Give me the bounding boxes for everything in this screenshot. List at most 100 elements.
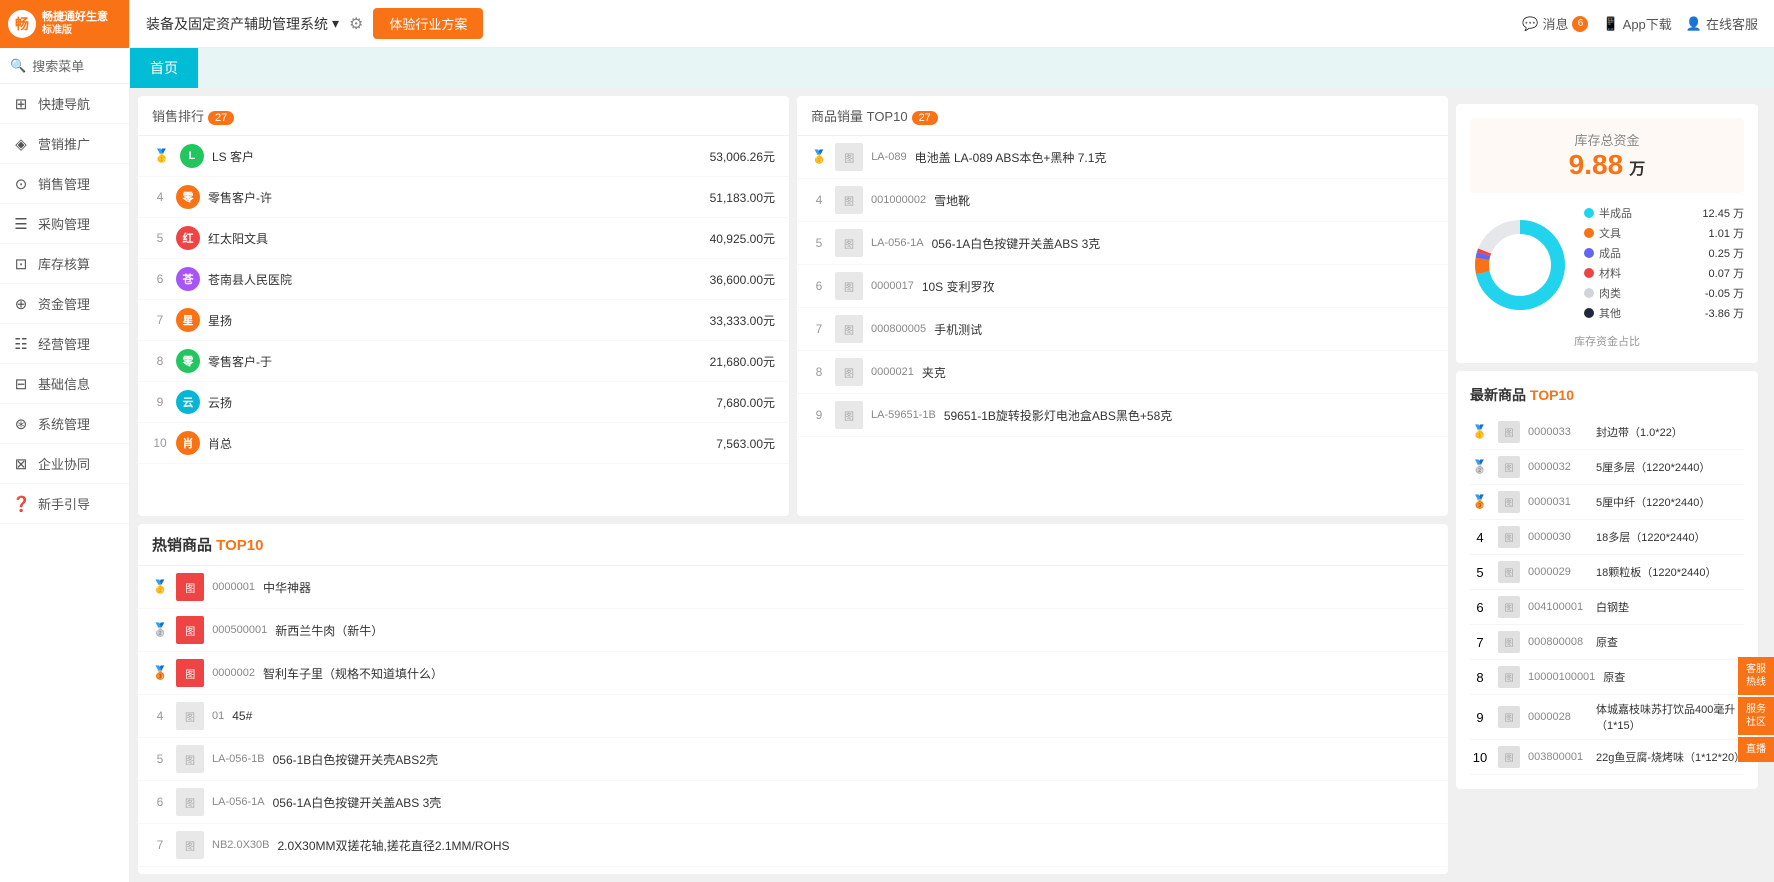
customer-item[interactable]: 6 苍 苍南县人民医院 36,600.00元 <box>138 259 789 300</box>
product-item[interactable]: 7 图 000800005 手机测试 <box>797 308 1448 351</box>
product-item[interactable]: 8 图 0000011 12070519-xs <box>138 867 1448 874</box>
new-product-name: 18多层（1220*2440） <box>1596 529 1744 545</box>
product-code: 01 <box>212 710 224 722</box>
hot-products-header: 热销商品 TOP10 <box>138 524 1448 566</box>
direct-btn[interactable]: 直播 <box>1738 737 1774 762</box>
new-product-item[interactable]: 8 图 10000100001 原查 <box>1470 660 1744 695</box>
new-product-code: 003800001 <box>1528 751 1588 763</box>
online-service-btn[interactable]: 👤 在线客服 <box>1686 14 1758 33</box>
new-product-item[interactable]: 5 图 0000029 18颗粒板（1220*2440） <box>1470 555 1744 590</box>
sidebar-item-guide[interactable]: ❓ 新手引导 <box>0 484 129 524</box>
customer-item[interactable]: 4 零 零售客户-许 51,183.00元 <box>138 177 789 218</box>
customer-item[interactable]: 7 星 星扬 33,333.00元 <box>138 300 789 341</box>
app-download-btn[interactable]: 📱 App下载 <box>1602 14 1671 33</box>
brand-icon: 畅 <box>8 10 36 38</box>
new-product-code: 0000033 <box>1528 426 1588 438</box>
customer-panel-header: 销售排行27 <box>138 96 789 136</box>
product-name: 056-1B白色按键开关壳ABS2壳 <box>273 751 1434 768</box>
system-name: 装备及固定资产辅助管理系统 <box>146 14 328 34</box>
brand-name: 畅捷通好生意 <box>42 11 108 24</box>
product-item[interactable]: 🥇 图 0000001 中华神器 <box>138 566 1448 609</box>
sidebar-item-inventory[interactable]: ⊡ 库存核算 <box>0 244 129 284</box>
new-product-name: 原查 <box>1603 669 1744 685</box>
product-img: 图 <box>835 272 863 300</box>
rank-num: 9 <box>1470 710 1490 725</box>
tab-home[interactable]: 首页 <box>130 48 198 88</box>
product-item[interactable]: 4 图 001000002 雪地靴 <box>797 179 1448 222</box>
rank-num: 8 <box>811 365 827 379</box>
rank-num: 7 <box>811 322 827 336</box>
avatar: 肖 <box>176 431 200 455</box>
product-item[interactable]: 🥈 图 000500001 新西兰牛肉（新牛） <box>138 609 1448 652</box>
product-name: 59651-1B旋转投影灯电池盒ABS黑色+58克 <box>944 407 1434 424</box>
product-sales-top10-panel: 商品销量 TOP1027 🥇 图 LA-089 电池盖 LA-089 ABS本色… <box>797 96 1448 516</box>
product-item[interactable]: 🥇 图 LA-089 电池盖 LA-089 ABS本色+黑种 7.1克 <box>797 136 1448 179</box>
new-product-item[interactable]: 7 图 000800008 原查 <box>1470 625 1744 660</box>
marketing-icon: ◈ <box>12 135 30 153</box>
avatar: 红 <box>176 226 200 250</box>
sidebar-item-quick-nav[interactable]: ⊞ 快捷导航 <box>0 84 129 124</box>
new-product-item[interactable]: 🥈 图 0000032 5厘多层（1220*2440） <box>1470 450 1744 485</box>
customer-amount: 51,183.00元 <box>710 189 775 206</box>
sidebar-item-basic[interactable]: ⊟ 基础信息 <box>0 364 129 404</box>
inventory-legend: 半成品 12.45 万 文具 1.01 万 成品 0.25 万 <box>1584 205 1744 325</box>
sidebar-item-label: 库存核算 <box>38 254 90 273</box>
product-sales-title: 商品销量 TOP1027 <box>811 106 938 125</box>
product-item[interactable]: 6 图 0000017 10S 变利罗孜 <box>797 265 1448 308</box>
product-code: 0000002 <box>212 667 255 679</box>
product-name: 45# <box>232 709 1434 723</box>
customer-service-btn[interactable]: 客服热线 <box>1738 657 1774 695</box>
system-name-dropdown[interactable]: 装备及固定资产辅助管理系统 ▾ <box>146 14 339 34</box>
new-product-item[interactable]: 9 图 0000028 体城嘉枝味苏打饮品400毫升（1*15） <box>1470 695 1744 740</box>
new-product-item[interactable]: 🥉 图 0000031 5厘中纤（1220*2440） <box>1470 485 1744 520</box>
new-product-item[interactable]: 4 图 0000030 18多层（1220*2440） <box>1470 520 1744 555</box>
customer-amount: 40,925.00元 <box>710 230 775 247</box>
product-item[interactable]: 7 图 NB2.0X30B 2.0X30MM双搓花轴,搓花直径2.1MM/ROH… <box>138 824 1448 867</box>
new-product-name: 22g鱼豆腐-烧烤味（1*12*20） <box>1596 749 1744 765</box>
product-img: 图 <box>835 186 863 214</box>
customer-panel-title: 销售排行27 <box>152 106 234 125</box>
product-item[interactable]: 4 图 01 45# <box>138 695 1448 738</box>
messages-btn[interactable]: 💬 消息 6 <box>1522 14 1588 33</box>
new-product-item[interactable]: 🥇 图 0000033 封边带（1.0*22） <box>1470 415 1744 450</box>
product-item[interactable]: 5 图 LA-056-1A 056-1A白色按键开关盖ABS 3克 <box>797 222 1448 265</box>
rank-num: 6 <box>152 272 168 286</box>
new-product-img: 图 <box>1498 596 1520 618</box>
product-item[interactable]: 6 图 LA-056-1A 056-1A白色按键开关盖ABS 3壳 <box>138 781 1448 824</box>
rank-num: 4 <box>811 193 827 207</box>
new-product-item[interactable]: 6 图 004100001 白钢垫 <box>1470 590 1744 625</box>
settings-icon[interactable]: ⚙ <box>349 14 363 34</box>
product-img: 图 <box>835 358 863 386</box>
new-product-item[interactable]: 10 图 003800001 22g鱼豆腐-烧烤味（1*12*20） <box>1470 740 1744 775</box>
sidebar-item-system[interactable]: ⊛ 系统管理 <box>0 404 129 444</box>
product-img: 图 <box>835 143 863 171</box>
sidebar-item-operation[interactable]: ☷ 经营管理 <box>0 324 129 364</box>
trial-btn[interactable]: 体验行业方案 <box>373 8 483 39</box>
customer-top10-panel: 销售排行27 🥇 L LS 客户 53,006.26元 4 零 零售客户 <box>138 96 789 516</box>
float-buttons: 客服热线 服务社区 直播 <box>1738 657 1774 762</box>
search-menu[interactable]: 🔍 搜索菜单 <box>0 48 129 84</box>
customer-item[interactable]: 🥇 L LS 客户 53,006.26元 <box>138 136 789 177</box>
sidebar-item-marketing[interactable]: ◈ 营销推广 <box>0 124 129 164</box>
new-product-code: 0000028 <box>1528 711 1588 723</box>
product-code: 001000002 <box>871 194 926 206</box>
sidebar-item-finance[interactable]: ⊕ 资金管理 <box>0 284 129 324</box>
sidebar-item-sales[interactable]: ⊙ 销售管理 <box>0 164 129 204</box>
sidebar-item-label: 采购管理 <box>38 214 90 233</box>
customer-item[interactable]: 5 红 红太阳文具 40,925.00元 <box>138 218 789 259</box>
product-item[interactable]: 🥉 图 0000002 智利车子里（规格不知道填什么） <box>138 652 1448 695</box>
customer-item[interactable]: 10 肖 肖总 7,563.00元 <box>138 423 789 464</box>
new-product-code: 0000029 <box>1528 566 1588 578</box>
customer-item[interactable]: 8 零 零售客户-于 21,680.00元 <box>138 341 789 382</box>
product-item[interactable]: 9 图 LA-59651-1B 59651-1B旋转投影灯电池盒ABS黑色+58… <box>797 394 1448 437</box>
product-item[interactable]: 5 图 LA-056-1B 056-1B白色按键开关壳ABS2壳 <box>138 738 1448 781</box>
product-code: NB2.0X30B <box>212 839 269 851</box>
sidebar-item-purchase[interactable]: ☰ 采购管理 <box>0 204 129 244</box>
product-item[interactable]: 8 图 0000021 夹克 <box>797 351 1448 394</box>
customer-item[interactable]: 9 云 云扬 7,680.00元 <box>138 382 789 423</box>
avatar: 星 <box>176 308 200 332</box>
product-code: LA-056-1B <box>212 753 265 765</box>
service-community-btn[interactable]: 服务社区 <box>1738 697 1774 735</box>
sidebar-item-coop[interactable]: ⊠ 企业协同 <box>0 444 129 484</box>
product-code: 0000021 <box>871 366 914 378</box>
